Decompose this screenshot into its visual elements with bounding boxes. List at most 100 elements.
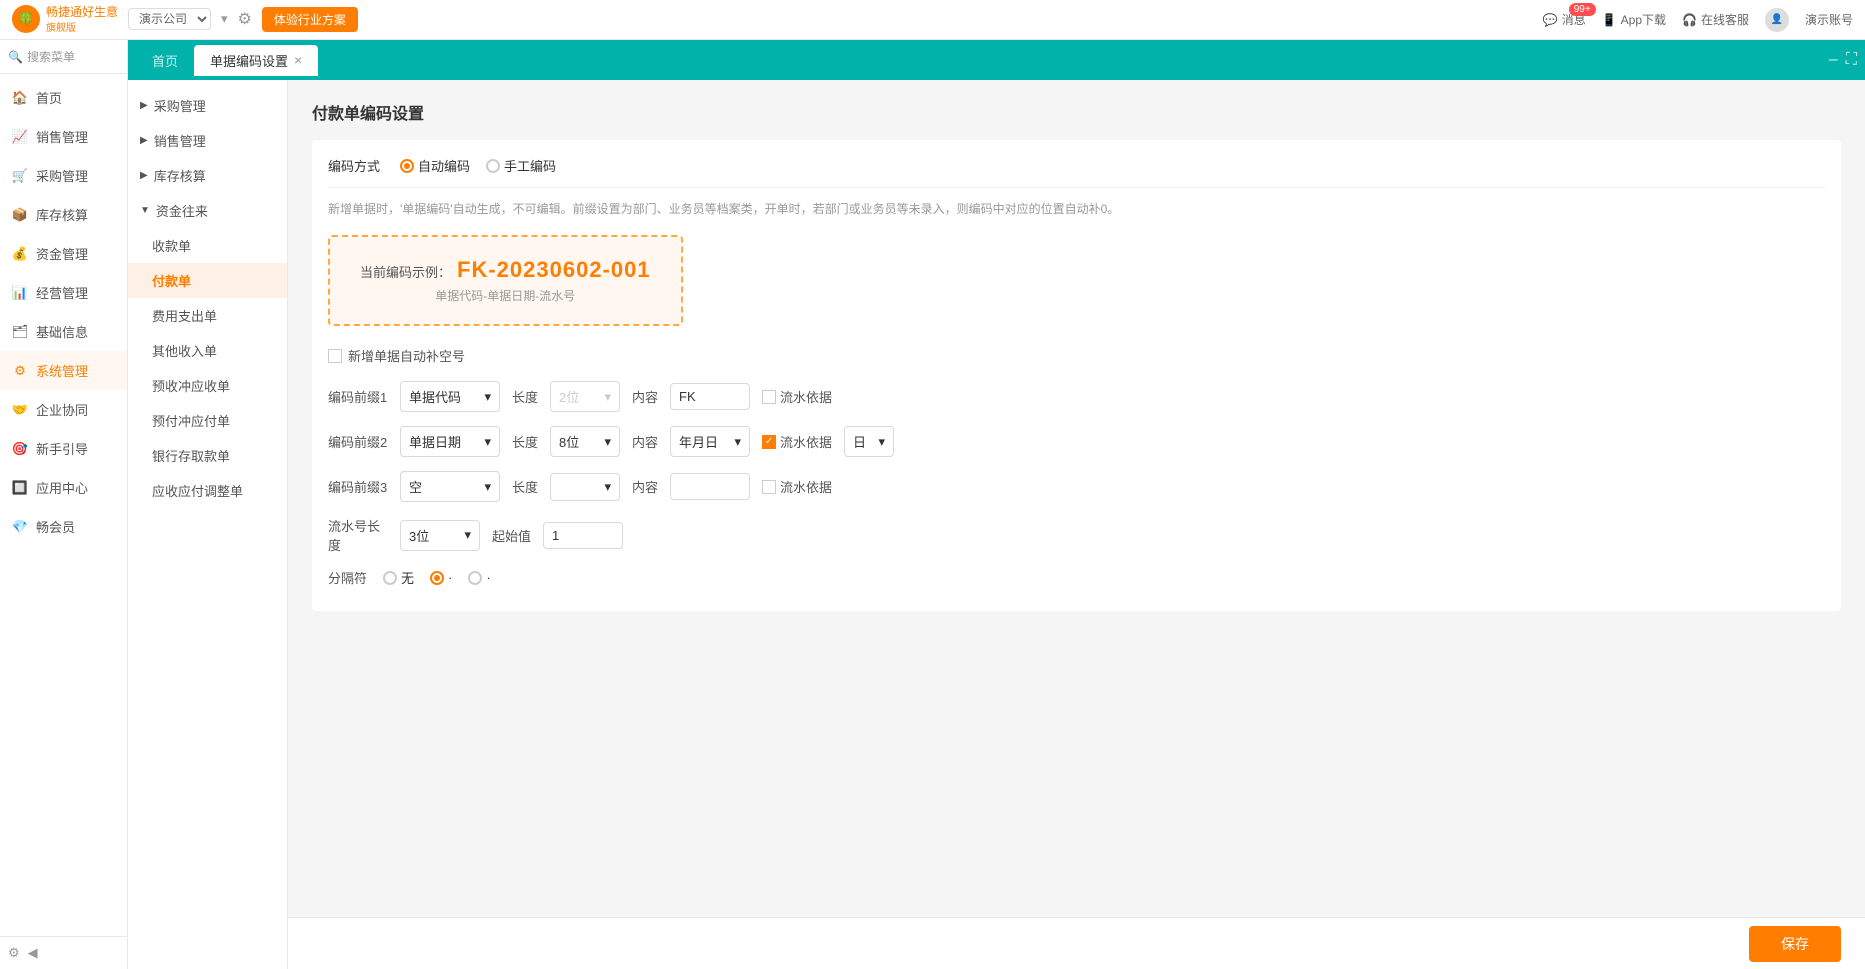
encoding-type-label: 编码方式 — [328, 156, 380, 175]
sidebar-item-purchase[interactable]: 🛒 采购管理 — [0, 156, 127, 195]
sub-item-yingshou[interactable]: 应收应付调整单 — [128, 473, 287, 508]
top-bar: 🍀 畅捷通好生意 旗舰版 演示公司 ▾ ⚙ 体验行业方案 💬 消息 99+ 📱 … — [0, 0, 1865, 40]
main-layout: 🔍 搜索菜单 🏠 首页 📈 销售管理 🛒 采购管理 📦 库存核算 💰 — [0, 40, 1865, 969]
content-input-1[interactable] — [670, 383, 750, 410]
liushui-checkbox-3[interactable] — [762, 480, 776, 494]
settings-bottom-icon[interactable]: ⚙ — [8, 945, 20, 961]
sub-sidebar: ▶ 采购管理 ▶ 销售管理 ▶ 库存核算 — [128, 80, 288, 969]
guide-icon: 🎯 — [12, 441, 28, 457]
prefix-select-1[interactable]: 单据代码 ▾ — [400, 381, 500, 412]
prefix-select-3[interactable]: 空 ▾ — [400, 471, 500, 502]
msg-icon: 💬 — [1543, 13, 1558, 27]
sep-hyphen-option[interactable]: · — [468, 570, 490, 585]
length-select-3[interactable]: ▾ — [550, 473, 620, 501]
sub-item-feiyong[interactable]: 费用支出单 — [128, 298, 287, 333]
start-value-input[interactable] — [543, 522, 623, 549]
length-select-3-arrow: ▾ — [604, 479, 611, 495]
purchase-icon: 🛒 — [12, 168, 28, 184]
sidebar-item-finance[interactable]: 💰 资金管理 — [0, 234, 127, 273]
group-capital-header[interactable]: ▼ 资金往来 — [128, 193, 287, 228]
sidebar-item-member[interactable]: 💎 畅会员 — [0, 507, 127, 546]
search-label: 搜索菜单 — [27, 48, 75, 65]
sub-item-yuchong-fu[interactable]: 预付冲应付单 — [128, 403, 287, 438]
online-service-btn[interactable]: 🎧 在线客服 — [1682, 11, 1749, 28]
liushui-checkbox-1[interactable] — [762, 390, 776, 404]
tab-encoding[interactable]: 单据编码设置 × — [194, 45, 318, 76]
prefix-row-2: 编码前缀2 单据日期 ▾ 长度 8位 ▾ 内容 — [328, 426, 1825, 457]
sep-none-option[interactable]: 无 — [383, 568, 414, 587]
partner-icon: 🤝 — [12, 402, 28, 418]
sidebar-search[interactable]: 🔍 搜索菜单 — [0, 40, 127, 74]
sidebar-item-operation[interactable]: 📊 经营管理 — [0, 273, 127, 312]
auto-encoding-option[interactable]: 自动编码 — [400, 156, 470, 175]
sep-hyphen-radio — [468, 571, 482, 585]
app-download-btn[interactable]: 📱 App下载 — [1602, 11, 1666, 28]
settings-icon[interactable]: ⚙ — [238, 9, 252, 29]
company-select[interactable]: 演示公司 — [128, 8, 211, 30]
sub-item-yuchong-ying[interactable]: 预收冲应收单 — [128, 368, 287, 403]
sidebar-item-system[interactable]: ⚙ 系统管理 — [0, 351, 127, 390]
basic-icon: 🗂 — [12, 324, 28, 340]
prefix-select-2-value: 单据日期 — [409, 432, 461, 451]
sub-item-shoukuan[interactable]: 收款单 — [128, 228, 287, 263]
collapse-icon[interactable]: ◀ — [28, 945, 38, 961]
sidebar-item-inventory[interactable]: 📦 库存核算 — [0, 195, 127, 234]
length-select-1[interactable]: 2位 ▾ — [550, 381, 620, 412]
dropdown-icon[interactable]: ▾ — [221, 11, 228, 27]
chevron-right-icon3: ▶ — [140, 170, 148, 181]
sidebar-label-sales: 销售管理 — [36, 127, 88, 146]
logo: 🍀 畅捷通好生意 旗舰版 — [12, 5, 118, 34]
manual-encoding-option[interactable]: 手工编码 — [486, 156, 556, 175]
sep-dot-option[interactable]: · — [430, 570, 452, 585]
top-bar-right: 💬 消息 99+ 📱 App下载 🎧 在线客服 👤 演示账号 — [1543, 8, 1853, 32]
content-input-3[interactable] — [670, 473, 750, 500]
industry-btn[interactable]: 体验行业方案 — [262, 7, 358, 32]
sub-item-shoukuan-label: 收款单 — [152, 239, 191, 254]
sidebar-item-home[interactable]: 🏠 首页 — [0, 78, 127, 117]
group-purchase-header[interactable]: ▶ 采购管理 — [128, 88, 287, 123]
sidebar-item-partner[interactable]: 🤝 企业协同 — [0, 390, 127, 429]
sidebar-item-guide[interactable]: 🎯 新手引导 — [0, 429, 127, 468]
liushui-unit-2-arrow: ▾ — [879, 434, 886, 450]
length-select-2[interactable]: 8位 ▾ — [550, 426, 620, 457]
minimize-icon[interactable]: – — [1829, 51, 1838, 69]
content-select-2[interactable]: 年月日 ▾ — [670, 426, 750, 457]
liushui-checkbox-2[interactable]: ✓ — [762, 435, 776, 449]
content-select-2-arrow: ▾ — [735, 434, 742, 450]
sub-item-qita[interactable]: 其他收入单 — [128, 333, 287, 368]
message-btn[interactable]: 💬 消息 99+ — [1543, 11, 1586, 28]
sidebar-item-apps[interactable]: 🔲 应用中心 — [0, 468, 127, 507]
tab-home[interactable]: 首页 — [136, 45, 194, 76]
code-preview-label: 当前编码示例： — [360, 262, 451, 281]
encoding-radio-group: 自动编码 手工编码 — [400, 156, 556, 175]
sub-item-yinhang[interactable]: 银行存取款单 — [128, 438, 287, 473]
liushui-unit-select-2[interactable]: 日 ▾ — [844, 426, 894, 457]
user-avatar[interactable]: 👤 — [1765, 8, 1789, 32]
sub-item-yinhang-label: 银行存取款单 — [152, 449, 230, 464]
liushui-check-2: ✓ 流水依据 — [762, 432, 832, 451]
content-area: ▶ 采购管理 ▶ 销售管理 ▶ 库存核算 — [128, 80, 1865, 969]
prefix-label-3: 编码前缀3 — [328, 477, 388, 496]
app-label: App下载 — [1621, 11, 1666, 28]
auto-fill-checkbox[interactable] — [328, 349, 342, 363]
operation-icon: 📊 — [12, 285, 28, 301]
maximize-icon[interactable]: ⛶ — [1846, 51, 1857, 69]
prefix-select-3-value: 空 — [409, 477, 422, 496]
prefix-select-3-arrow: ▾ — [484, 479, 491, 495]
sidebar-item-sales[interactable]: 📈 销售管理 — [0, 117, 127, 156]
liushui-unit-2-value: 日 — [853, 432, 866, 451]
prefix-select-2[interactable]: 单据日期 ▾ — [400, 426, 500, 457]
tab-close-icon[interactable]: × — [294, 52, 302, 68]
sep-dot-radio — [430, 571, 444, 585]
app-icon: 📱 — [1602, 13, 1617, 27]
group-inventory-header[interactable]: ▶ 库存核算 — [128, 158, 287, 193]
sales-icon: 📈 — [12, 129, 28, 145]
group-sales-header[interactable]: ▶ 销售管理 — [128, 123, 287, 158]
serial-length-select[interactable]: 3位 ▾ — [400, 520, 480, 551]
inventory-icon: 📦 — [12, 207, 28, 223]
chevron-right-icon2: ▶ — [140, 135, 148, 146]
save-button[interactable]: 保存 — [1749, 926, 1841, 962]
group-sales: ▶ 销售管理 — [128, 123, 287, 158]
sidebar-item-basic[interactable]: 🗂 基础信息 — [0, 312, 127, 351]
sub-item-fukuan[interactable]: 付款单 — [128, 263, 287, 298]
